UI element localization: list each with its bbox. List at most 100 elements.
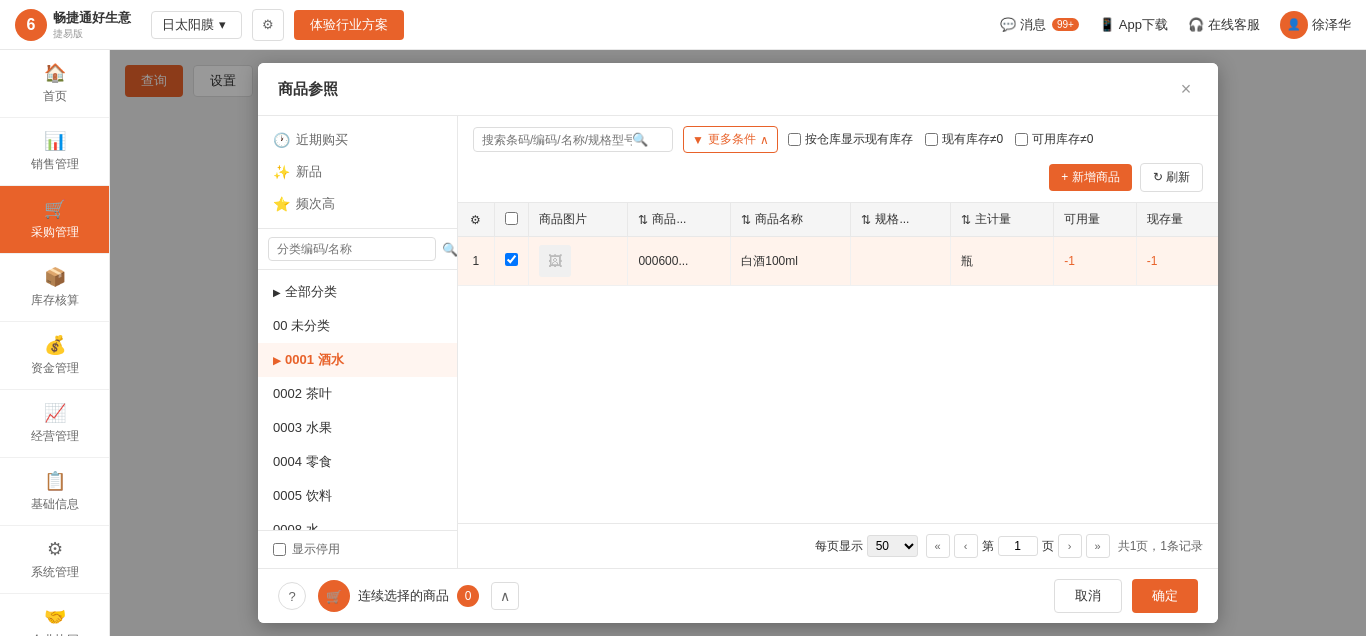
current-stock-checkbox[interactable] [925,133,938,146]
row-unit: 瓶 [951,237,1054,286]
sidebar-item-enterprise[interactable]: 🤝 企业协同 [0,594,109,636]
modal-footer: ? 🛒 连续选择的商品 0 ∧ 取消 确定 [258,568,1218,623]
page-info: 共1页，1条记录 [1118,538,1203,555]
show-disabled-checkbox[interactable] [273,543,286,556]
category-item-0004[interactable]: 0004 零食 [258,445,457,479]
sidebar-label-enterprise: 企业协同 [31,632,79,636]
fold-button[interactable]: ∧ [491,582,519,610]
tab-new-product[interactable]: ✨ 新品 [258,156,457,188]
logo-icon: 6 [15,9,47,41]
prev-page-button[interactable]: ‹ [954,534,978,558]
available-stock-checkbox[interactable] [1015,133,1028,146]
sidebar-item-operation[interactable]: 📈 经营管理 [0,390,109,458]
nav-right-area: 💬 消息 99+ 📱 App下载 🎧 在线客服 👤 徐泽华 [1000,11,1351,39]
category-search-input[interactable] [268,237,436,261]
sort-icon: ⇅ [638,213,648,227]
page-number-input[interactable] [998,536,1038,556]
recent-purchase-icon: 🕐 [273,132,290,148]
online-service-item[interactable]: 🎧 在线客服 [1188,16,1260,34]
row-code: 000600... [628,237,731,286]
table-area: ⚙ 商品图片 [458,203,1218,523]
system-icon: ⚙ [47,538,63,560]
page-size-select[interactable]: 10 20 50 100 [867,535,918,557]
sidebar-label-system: 系统管理 [31,564,79,581]
help-button[interactable]: ? [278,582,306,610]
cart-icon[interactable]: 🛒 [318,580,350,612]
available-stock-option[interactable]: 可用库存≠0 [1015,131,1093,148]
th-settings[interactable]: ⚙ [458,203,494,237]
refresh-button[interactable]: ↻ 刷新 [1140,163,1203,192]
company-selector[interactable]: 日太阳膜 ▾ [151,11,242,39]
modal-overlay: 商品参照 × 🕐 近期购买 ✨ [110,50,1366,636]
messages-item[interactable]: 💬 消息 99+ [1000,16,1079,34]
top-navigation: 6 畅捷通好生意 捷易版 日太阳膜 ▾ ⚙ 体验行业方案 💬 消息 99+ 📱 … [0,0,1366,50]
sidebar-item-system[interactable]: ⚙ 系统管理 [0,526,109,594]
more-filter-button[interactable]: ▼ 更多条件 ∧ [683,126,778,153]
select-all-checkbox[interactable] [505,212,518,225]
category-item-0002[interactable]: 0002 茶叶 [258,377,457,411]
search-icon[interactable]: 🔍 [632,132,648,147]
finance-icon: 💰 [44,334,66,356]
tab-recent-purchase[interactable]: 🕐 近期购买 [258,124,457,156]
warehouse-stock-checkbox[interactable] [788,133,801,146]
chevron-down-icon: ▾ [219,17,226,32]
sidebar-item-finance[interactable]: 💰 资金管理 [0,322,109,390]
sidebar-item-purchase[interactable]: 🛒 采购管理 [0,186,109,254]
toolbar-right: + 新增商品 ↻ 刷新 [1049,163,1203,192]
row-checkbox[interactable] [505,253,518,266]
home-icon: 🏠 [44,62,66,84]
cart-label: 连续选择的商品 [358,587,449,605]
cancel-button[interactable]: 取消 [1054,579,1122,613]
category-item-00[interactable]: 00 未分类 [258,309,457,343]
row-checkbox-cell[interactable] [494,237,528,286]
show-disabled-label[interactable]: 显示停用 [292,541,340,558]
row-no: 1 [458,237,494,286]
confirm-button[interactable]: 确定 [1132,579,1198,613]
sidebar-label-finance: 资金管理 [31,360,79,377]
category-item-0001[interactable]: ▶ 0001 酒水 [258,343,457,377]
user-item[interactable]: 👤 徐泽华 [1280,11,1351,39]
category-item-all[interactable]: ▶ 全部分类 [258,275,457,309]
product-search-input[interactable] [482,133,632,147]
sidebar-label-operation: 经营管理 [31,428,79,445]
sidebar-item-home[interactable]: 🏠 首页 [0,50,109,118]
sidebar-label-sales: 销售管理 [31,156,79,173]
main-layout: 🏠 首页 📊 销售管理 🛒 采购管理 📦 库存核算 💰 资金管理 📈 经营管理 … [0,50,1366,636]
sidebar-label-purchase: 采购管理 [31,224,79,241]
category-item-0003[interactable]: 0003 水果 [258,411,457,445]
category-item-0005[interactable]: 0005 饮料 [258,479,457,513]
tab-high-frequency[interactable]: ⭐ 频次高 [258,188,457,220]
row-image: 🖼 [528,237,628,286]
category-bottom: 显示停用 [258,530,457,568]
table-row[interactable]: 1 🖼 000600... 白酒100ml [458,237,1218,286]
first-page-button[interactable]: « [926,534,950,558]
phone-icon: 📱 [1099,17,1115,32]
th-unit: ⇅ 主计量 [951,203,1054,237]
warehouse-stock-option[interactable]: 按仓库显示现有库存 [788,131,913,148]
settings-button[interactable]: ⚙ [252,9,284,41]
experience-button[interactable]: 体验行业方案 [294,10,404,40]
cart-area: 🛒 连续选择的商品 0 [318,580,479,612]
last-page-button[interactable]: » [1086,534,1110,558]
category-list: ▶ 全部分类 00 未分类 ▶ 0001 酒水 0002 茶 [258,270,457,530]
modal-close-button[interactable]: × [1174,77,1198,101]
sidebar-item-sales[interactable]: 📊 销售管理 [0,118,109,186]
operation-icon: 📈 [44,402,66,424]
logo-area: 6 畅捷通好生意 捷易版 [15,9,131,41]
sales-icon: 📊 [44,130,66,152]
th-code: ⇅ 商品... [628,203,731,237]
checkbox-options: 按仓库显示现有库存 现有库存≠0 可用库存≠0 [788,131,1094,148]
sidebar-item-basic-info[interactable]: 📋 基础信息 [0,458,109,526]
sidebar-item-inventory[interactable]: 📦 库存核算 [0,254,109,322]
avatar: 👤 [1280,11,1308,39]
sidebar-label-home: 首页 [43,88,67,105]
messages-badge: 99+ [1052,18,1079,31]
category-item-0008[interactable]: 0008 水 [258,513,457,530]
add-product-button[interactable]: + 新增商品 [1049,164,1131,191]
search-input-wrap: 🔍 [473,127,673,152]
th-image: 商品图片 [528,203,628,237]
category-search-icon[interactable]: 🔍 [442,242,458,257]
next-page-button[interactable]: › [1058,534,1082,558]
app-download-item[interactable]: 📱 App下载 [1099,16,1168,34]
current-stock-option[interactable]: 现有库存≠0 [925,131,1003,148]
